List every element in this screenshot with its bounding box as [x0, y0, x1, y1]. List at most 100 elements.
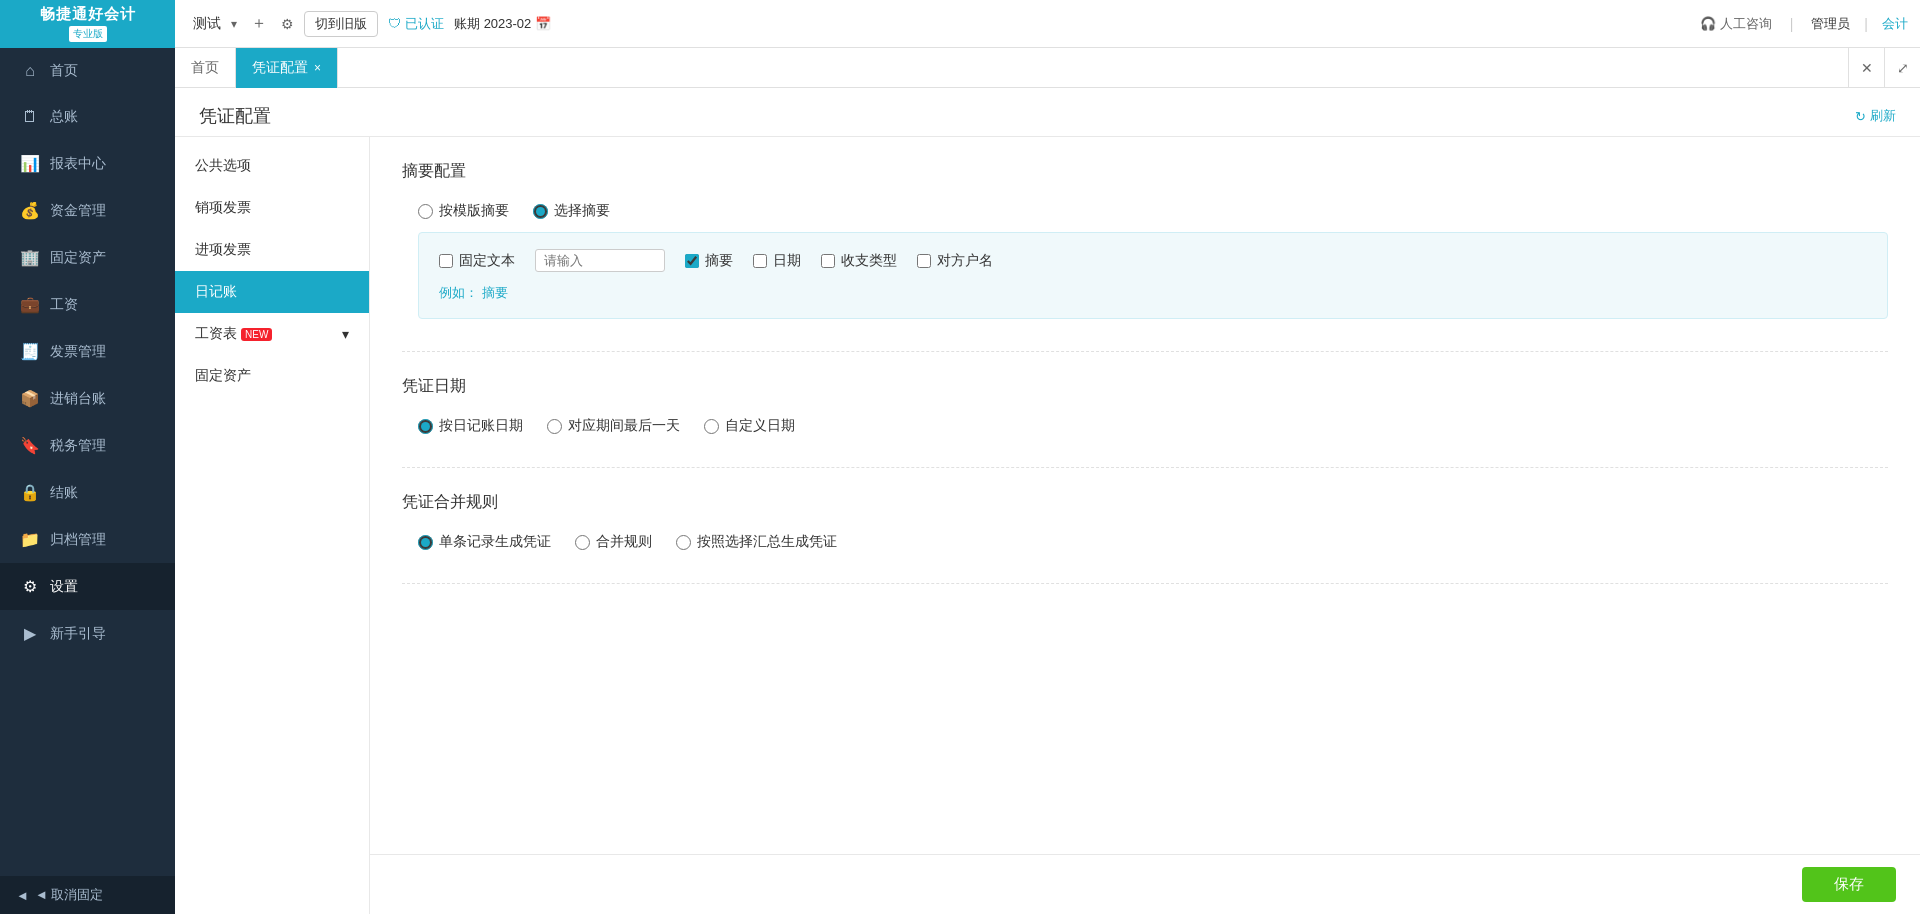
- radio-template-input[interactable]: [418, 204, 433, 219]
- project-name: 测试: [193, 15, 221, 33]
- radio-template-label[interactable]: 按模版摘要: [418, 202, 509, 220]
- left-menu-payroll[interactable]: 工资表 NEW ▾: [175, 313, 369, 355]
- radio-journal-date-input[interactable]: [418, 419, 433, 434]
- summary-section: 摘要配置 按模版摘要 选择摘要: [402, 161, 1888, 319]
- sidebar-item-settings[interactable]: ⚙ 设置: [0, 563, 175, 610]
- radio-journal-date-label[interactable]: 按日记账日期: [418, 417, 523, 435]
- merge-section: 凭证合并规则 单条记录生成凭证 合并规则: [402, 492, 1888, 551]
- radio-period-last-text: 对应期间最后一天: [568, 417, 680, 435]
- radio-period-last-input[interactable]: [547, 419, 562, 434]
- new-badge: NEW: [241, 328, 272, 341]
- tab-voucher-config[interactable]: 凭证配置 ×: [236, 48, 338, 88]
- checkbox-payment-input[interactable]: [821, 254, 835, 268]
- radio-merge-label[interactable]: 合并规则: [575, 533, 652, 551]
- radio-single-input[interactable]: [418, 535, 433, 550]
- tax-icon: 🔖: [20, 436, 40, 455]
- sidebar-item-report[interactable]: 📊 报表中心: [0, 140, 175, 187]
- settings-icon[interactable]: ⚙: [281, 16, 294, 32]
- radio-select-text: 选择摘要: [554, 202, 610, 220]
- invoice-icon: 🧾: [20, 342, 40, 361]
- radio-period-last-label[interactable]: 对应期间最后一天: [547, 417, 680, 435]
- certified-badge: 🛡 已认证: [388, 15, 444, 33]
- radio-custom-date-input[interactable]: [704, 419, 719, 434]
- old-version-button[interactable]: 切到旧版: [304, 11, 378, 37]
- radio-merge-input[interactable]: [575, 535, 590, 550]
- checkbox-counterpart-input[interactable]: [917, 254, 931, 268]
- logo-title: 畅捷通好会计: [40, 5, 136, 24]
- checkbox-summary-label[interactable]: 摘要: [685, 252, 733, 270]
- consult-button[interactable]: 🎧 人工咨询: [1700, 15, 1772, 33]
- checkbox-counterpart-label[interactable]: 对方户名: [917, 252, 993, 270]
- merge-radio-group: 单条记录生成凭证 合并规则 按照选择汇总生成凭证: [418, 533, 1888, 551]
- cancel-fixed-label: ◄ 取消固定: [35, 886, 103, 904]
- radio-single-text: 单条记录生成凭证: [439, 533, 551, 551]
- left-menu-purchase-invoice[interactable]: 进项发票: [175, 229, 369, 271]
- sidebar-item-home[interactable]: ⌂ 首页: [0, 48, 175, 94]
- tab-bar-expand-button[interactable]: ⤢: [1884, 48, 1920, 88]
- cancel-fixed-button[interactable]: ◄ ◄ 取消固定: [0, 876, 175, 914]
- sidebar-label-settings: 设置: [50, 578, 78, 596]
- page-header: 凭证配置 ↻ 刷新: [175, 88, 1920, 137]
- add-icon[interactable]: ＋: [251, 13, 267, 34]
- radio-select-label[interactable]: 选择摘要: [533, 202, 610, 220]
- left-menu-journal[interactable]: 日记账: [175, 271, 369, 313]
- summary-options: 固定文本 摘要 日期: [439, 249, 1867, 272]
- radio-select-input[interactable]: [533, 204, 548, 219]
- radio-summary-label[interactable]: 按照选择汇总生成凭证: [676, 533, 837, 551]
- summary-config-box: 固定文本 摘要 日期: [418, 232, 1888, 319]
- left-menu-fixed-assets[interactable]: 固定资产: [175, 355, 369, 397]
- checkbox-fixed-text-input[interactable]: [439, 254, 453, 268]
- sidebar-item-invoice[interactable]: 🧾 发票管理: [0, 328, 175, 375]
- accountant-label[interactable]: 会计: [1882, 15, 1908, 33]
- home-icon: ⌂: [20, 62, 40, 80]
- sales-icon: 📦: [20, 389, 40, 408]
- example-prefix: 例如：: [439, 285, 478, 300]
- checkbox-date-input[interactable]: [753, 254, 767, 268]
- sidebar-item-close[interactable]: 🔒 结账: [0, 469, 175, 516]
- refresh-label: 刷新: [1870, 107, 1896, 125]
- example-text: 例如： 摘要: [439, 284, 1867, 302]
- sidebar-item-tax[interactable]: 🔖 税务管理: [0, 422, 175, 469]
- sidebar-label-home: 首页: [50, 62, 78, 80]
- checkbox-fixed-text-label[interactable]: 固定文本: [439, 252, 515, 270]
- tab-close-icon[interactable]: ×: [314, 61, 321, 75]
- sidebar-item-sales[interactable]: 📦 进销台账: [0, 375, 175, 422]
- sidebar-item-capital[interactable]: 💰 资金管理: [0, 187, 175, 234]
- checkbox-summary-text: 摘要: [705, 252, 733, 270]
- checkbox-summary-input[interactable]: [685, 254, 699, 268]
- divider-3: [402, 583, 1888, 584]
- admin-label[interactable]: 管理员: [1811, 15, 1850, 33]
- sidebar-label-guide: 新手引导: [50, 625, 106, 643]
- summary-section-title: 摘要配置: [402, 161, 1888, 182]
- left-menu-public[interactable]: 公共选项: [175, 145, 369, 187]
- close-ledger-icon: 🔒: [20, 483, 40, 502]
- sidebar-item-guide[interactable]: ▶ 新手引导: [0, 610, 175, 657]
- dropdown-icon[interactable]: ▾: [231, 17, 237, 31]
- save-bar: 保存: [370, 854, 1920, 914]
- tab-home[interactable]: 首页: [175, 48, 236, 88]
- sidebar-item-salary[interactable]: 💼 工资: [0, 281, 175, 328]
- tab-bar: 首页 凭证配置 × ✕ ⤢: [175, 48, 1920, 88]
- menu-label-sales-invoice: 销项发票: [195, 199, 251, 217]
- fixed-text-field[interactable]: [535, 249, 665, 272]
- radio-template-text: 按模版摘要: [439, 202, 509, 220]
- left-menu-sales-invoice[interactable]: 销项发票: [175, 187, 369, 229]
- tab-bar-close-button[interactable]: ✕: [1848, 48, 1884, 88]
- sidebar-item-assets[interactable]: 🏢 固定资产: [0, 234, 175, 281]
- sidebar-item-ledger[interactable]: 🗒 总账: [0, 94, 175, 140]
- save-button[interactable]: 保存: [1802, 867, 1896, 902]
- radio-single-label[interactable]: 单条记录生成凭证: [418, 533, 551, 551]
- sidebar-item-archive[interactable]: 📁 归档管理: [0, 516, 175, 563]
- summary-radio-group: 按模版摘要 选择摘要: [418, 202, 1888, 220]
- sidebar-label-close: 结账: [50, 484, 78, 502]
- radio-summary-input[interactable]: [676, 535, 691, 550]
- date-radio-group: 按日记账日期 对应期间最后一天 自定义日期: [418, 417, 1888, 435]
- checkbox-payment-text: 收支类型: [841, 252, 897, 270]
- chevron-down-icon: ▾: [342, 326, 349, 342]
- menu-label-journal: 日记账: [195, 283, 237, 301]
- radio-custom-date-label[interactable]: 自定义日期: [704, 417, 795, 435]
- checkbox-date-label[interactable]: 日期: [753, 252, 801, 270]
- refresh-button[interactable]: ↻ 刷新: [1855, 107, 1896, 125]
- checkbox-payment-label[interactable]: 收支类型: [821, 252, 897, 270]
- content-area: 首页 凭证配置 × ✕ ⤢ 凭证配置 ↻ 刷新 公共选项: [175, 48, 1920, 914]
